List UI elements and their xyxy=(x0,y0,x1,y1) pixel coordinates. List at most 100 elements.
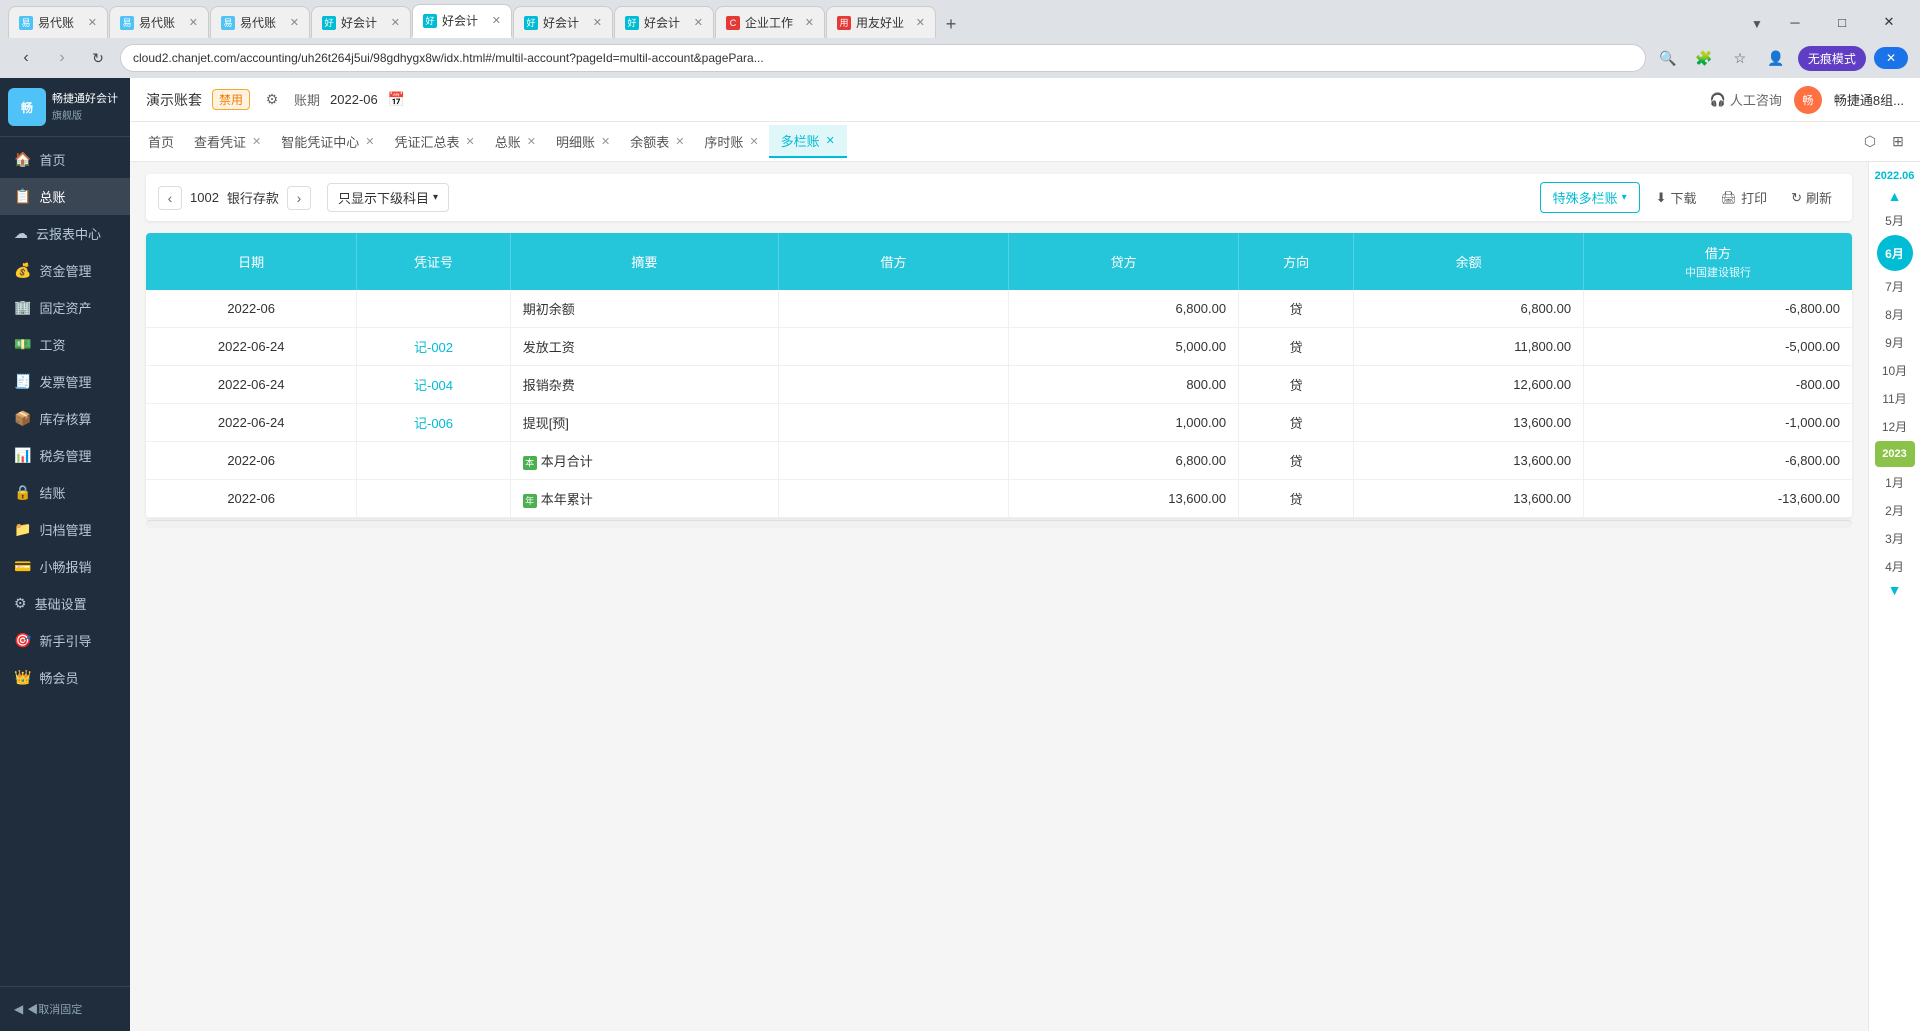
tab-close-6[interactable]: ✕ xyxy=(593,16,602,29)
print-btn[interactable]: 🖨 打印 xyxy=(1713,183,1776,212)
cal-month-12[interactable]: 12月 xyxy=(1875,413,1915,439)
cal-month-3-2023[interactable]: 3月 xyxy=(1875,525,1915,551)
ledger-content: ‹ 1002 银行存款 › 只显示下级科目 ▾ 特殊多栏账 ▾ xyxy=(130,162,1868,1031)
tab-close-balance-table[interactable]: ✕ xyxy=(675,135,684,148)
tab-close-2[interactable]: ✕ xyxy=(189,16,198,29)
sidebar-item-close[interactable]: 🔒 结账 xyxy=(0,474,130,511)
expand-tabs-btn[interactable]: ⊞ xyxy=(1884,128,1912,156)
tab-1[interactable]: 易 易代账 ✕ xyxy=(8,6,108,38)
next-account-btn[interactable]: › xyxy=(287,186,311,210)
sidebar-item-ledger[interactable]: 📋 总账 xyxy=(0,178,130,215)
tab-home[interactable]: 首页 xyxy=(138,126,184,157)
special-multi-btn[interactable]: 特殊多栏账 ▾ xyxy=(1540,182,1640,213)
refresh-btn[interactable]: ↻ 刷新 xyxy=(1783,183,1840,212)
tab-close-5[interactable]: ✕ xyxy=(492,14,501,27)
tab-list-btn[interactable]: ▼ xyxy=(1743,10,1771,38)
calendar-icon[interactable]: 📅 xyxy=(388,91,405,108)
sidebar-item-cloud-report[interactable]: ☁ 云报表中心 xyxy=(0,215,130,252)
cal-month-8[interactable]: 8月 xyxy=(1875,301,1915,327)
back-btn[interactable]: ‹ xyxy=(12,44,40,72)
sidebar-item-home[interactable]: 🏠 首页 xyxy=(0,141,130,178)
tab-3[interactable]: 易 易代账 ✕ xyxy=(210,6,310,38)
tab-2[interactable]: 易 易代账 ✕ xyxy=(109,6,209,38)
extension-icon[interactable]: 🧩 xyxy=(1690,44,1718,72)
tab-close-4[interactable]: ✕ xyxy=(391,16,400,29)
new-tab-btn[interactable]: + xyxy=(937,10,965,38)
tab-close-view-voucher[interactable]: ✕ xyxy=(252,135,261,148)
search-icon[interactable]: 🔍 xyxy=(1654,44,1682,72)
cal-month-7[interactable]: 7月 xyxy=(1875,273,1915,299)
sidebar-item-member[interactable]: 👑 畅会员 xyxy=(0,659,130,696)
filter-dropdown[interactable]: 只显示下级科目 ▾ xyxy=(327,183,449,212)
update-btn[interactable]: ✕ xyxy=(1874,47,1908,69)
sidebar-item-tax[interactable]: 📊 税务管理 xyxy=(0,437,130,474)
cal-month-10[interactable]: 10月 xyxy=(1875,357,1915,383)
account-name: 演示账套 xyxy=(146,90,202,110)
sidebar-item-salary[interactable]: 💵 工资 xyxy=(0,326,130,363)
cal-month-1-2023[interactable]: 1月 xyxy=(1875,469,1915,495)
tab-close-general-ledger[interactable]: ✕ xyxy=(527,135,536,148)
collapse-tabs-btn[interactable]: ⬡ xyxy=(1856,128,1884,156)
tab-6[interactable]: 好 好会计 ✕ xyxy=(513,6,613,38)
tab-close-sequence-ledger[interactable]: ✕ xyxy=(749,135,758,148)
close-window-btn[interactable]: ✕ xyxy=(1866,6,1912,38)
sidebar-item-fixed-asset[interactable]: 🏢 固定资产 xyxy=(0,289,130,326)
cal-month-5[interactable]: 5月 xyxy=(1875,207,1915,233)
cal-month-6-active[interactable]: 6月 xyxy=(1877,235,1913,271)
cell-voucher-4[interactable]: 记-006 xyxy=(357,404,510,442)
sidebar-item-fund[interactable]: 💰 资金管理 xyxy=(0,252,130,289)
maximize-btn[interactable]: □ xyxy=(1819,6,1865,38)
no-trace-btn[interactable]: 无痕模式 xyxy=(1798,46,1866,71)
consultant-btn[interactable]: 🎧 人工咨询 xyxy=(1710,90,1782,109)
sidebar-item-xiaochang[interactable]: 💳 小畅报销 xyxy=(0,548,130,585)
cell-voucher-3[interactable]: 记-004 xyxy=(357,366,510,404)
cal-month-2-2023[interactable]: 2月 xyxy=(1875,497,1915,523)
tab-balance-table[interactable]: 余额表 ✕ xyxy=(620,126,694,157)
sidebar-label-settings: 基础设置 xyxy=(35,594,87,613)
tab-view-voucher[interactable]: 查看凭证 ✕ xyxy=(184,126,271,157)
forward-btn[interactable]: › xyxy=(48,44,76,72)
pin-toggle-btn[interactable]: ◀ ◀取消固定 xyxy=(0,993,130,1025)
tab-close-8[interactable]: ✕ xyxy=(805,16,814,29)
cal-month-4-2023[interactable]: 4月 xyxy=(1875,553,1915,579)
cal-scroll-up-btn[interactable]: ▲ xyxy=(1881,186,1909,206)
minimize-btn[interactable]: ─ xyxy=(1772,6,1818,38)
tab-voucher-summary[interactable]: 凭证汇总表 ✕ xyxy=(384,126,484,157)
cal-month-11[interactable]: 11月 xyxy=(1875,385,1915,411)
tab-detail-ledger[interactable]: 明细账 ✕ xyxy=(546,126,620,157)
tab-9[interactable]: 用 用友好业 ✕ xyxy=(826,6,936,38)
bookmark-icon[interactable]: ☆ xyxy=(1726,44,1754,72)
tab-smart-voucher[interactable]: 智能凭证中心 ✕ xyxy=(271,126,384,157)
download-btn[interactable]: ⬇ 下载 xyxy=(1648,183,1705,212)
account-settings-btn[interactable]: ⚙ xyxy=(260,88,284,112)
cal-year-2023-badge[interactable]: 2023 xyxy=(1875,441,1915,467)
cal-month-9[interactable]: 9月 xyxy=(1875,329,1915,355)
tab-close-voucher-summary[interactable]: ✕ xyxy=(466,135,475,148)
sidebar-item-archive[interactable]: 📁 归档管理 xyxy=(0,511,130,548)
sidebar-item-guide[interactable]: 🎯 新手引导 xyxy=(0,622,130,659)
tab-close-7[interactable]: ✕ xyxy=(694,16,703,29)
tab-8[interactable]: C 企业工作 ✕ xyxy=(715,6,825,38)
tab-close-9[interactable]: ✕ xyxy=(916,16,925,29)
tab-multi-column[interactable]: 多栏账 ✕ xyxy=(769,125,847,158)
horizontal-scrollbar[interactable] xyxy=(146,520,1852,528)
prev-account-btn[interactable]: ‹ xyxy=(158,186,182,210)
cell-voucher-2[interactable]: 记-002 xyxy=(357,328,510,366)
tab-general-ledger[interactable]: 总账 ✕ xyxy=(485,126,546,157)
tab-close-multi-column[interactable]: ✕ xyxy=(826,134,835,147)
sidebar-item-inventory[interactable]: 📦 库存核算 xyxy=(0,400,130,437)
sidebar-item-settings[interactable]: ⚙ 基础设置 xyxy=(0,585,130,622)
tab-close-detail-ledger[interactable]: ✕ xyxy=(601,135,610,148)
reload-btn[interactable]: ↻ xyxy=(84,44,112,72)
sidebar-item-invoice[interactable]: 🧾 发票管理 xyxy=(0,363,130,400)
tab-close-smart-voucher[interactable]: ✕ xyxy=(365,135,374,148)
profile-icon[interactable]: 👤 xyxy=(1762,44,1790,72)
tab-7[interactable]: 好 好会计 ✕ xyxy=(614,6,714,38)
address-input[interactable]: cloud2.chanjet.com/accounting/uh26t264j5… xyxy=(120,44,1646,72)
cal-scroll-down-btn[interactable]: ▼ xyxy=(1881,580,1909,600)
tab-4[interactable]: 好 好会计 ✕ xyxy=(311,6,411,38)
tab-5-active[interactable]: 好 好会计 ✕ xyxy=(412,4,512,38)
tab-sequence-ledger[interactable]: 序时账 ✕ xyxy=(694,126,768,157)
tab-close-1[interactable]: ✕ xyxy=(88,16,97,29)
tab-close-3[interactable]: ✕ xyxy=(290,16,299,29)
